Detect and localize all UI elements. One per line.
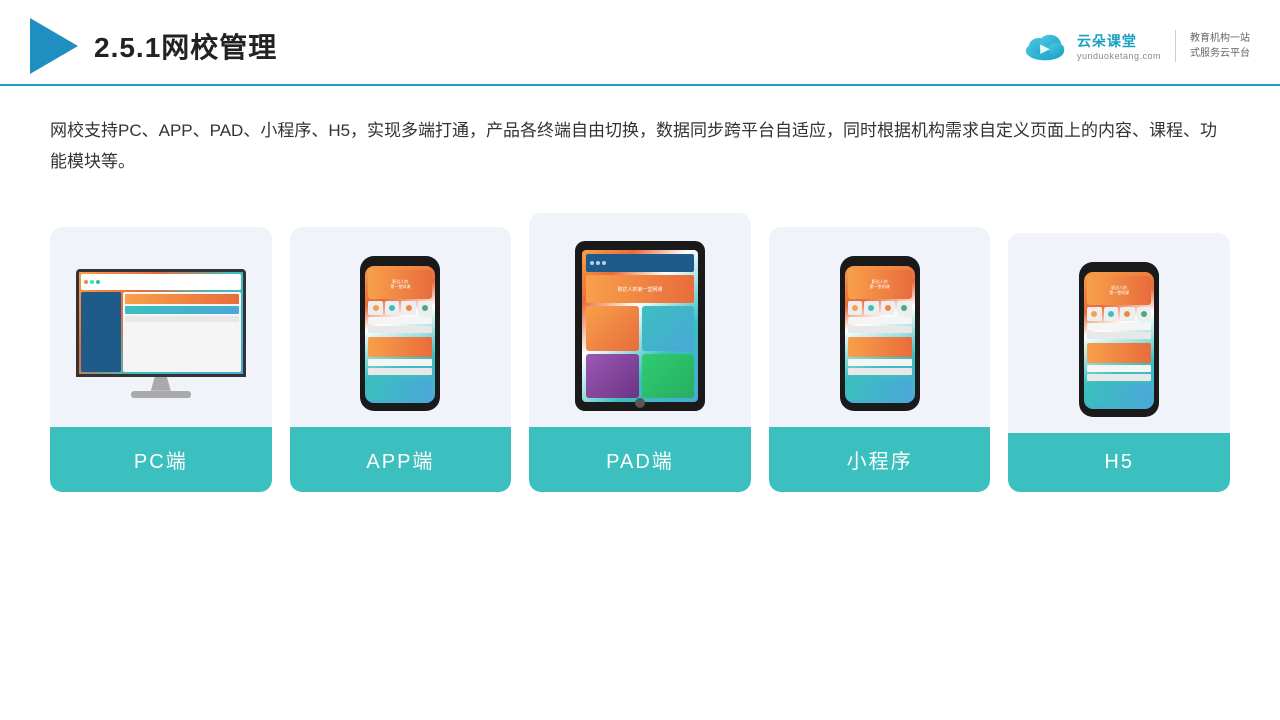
mini-banner: 职达人的第一堂网课 <box>848 270 912 300</box>
header: 2.5.1网校管理 云朵课堂 yunduoketan <box>0 0 1280 86</box>
h5-banner: 职达人的第一堂网课 <box>1087 276 1151 306</box>
card-miniprogram: 职达人的第一堂网课 <box>769 227 991 492</box>
main-content: 网校支持PC、APP、PAD、小程序、H5，实现多端打通，产品各终端自由切换，数… <box>0 86 1280 512</box>
tablet-content-area <box>586 306 694 398</box>
logo-url: yunduoketang.com <box>1077 51 1161 61</box>
card-app: 职达人的第一堂网课 <box>290 227 512 492</box>
tablet-mockup: 职达人的第一堂网课 <box>575 241 705 411</box>
phone-icon-grid <box>368 301 432 315</box>
phone-screen-miniprogram: 职达人的第一堂网课 <box>845 266 915 403</box>
phone-mockup-h5: 职达人的第一堂网课 <box>1079 262 1159 417</box>
phone-screen-h5: 职达人的第一堂网课 <box>1084 272 1154 409</box>
card-miniprogram-image: 职达人的第一堂网课 <box>769 227 991 427</box>
phone-mockup-app: 职达人的第一堂网课 <box>360 256 440 411</box>
phone-body-h5: 职达人的第一堂网课 <box>1079 262 1159 417</box>
cards-row: PC端 职达人的第一堂网课 <box>50 213 1230 492</box>
card-h5-image: 职达人的第一堂网课 <box>1008 233 1230 433</box>
card-pad-image: 职达人的第一堂网课 <box>529 213 751 427</box>
card-pad-label: PAD端 <box>529 427 751 492</box>
card-app-label: APP端 <box>290 427 512 492</box>
logo-cloud <box>1021 28 1069 64</box>
monitor-base <box>131 391 191 398</box>
description-text: 网校支持PC、APP、PAD、小程序、H5，实现多端打通，产品各终端自由切换，数… <box>50 116 1230 177</box>
cloud-logo-icon <box>1021 28 1069 64</box>
card-app-image: 职达人的第一堂网课 <box>290 227 512 427</box>
play-icon <box>30 18 78 74</box>
tablet-screen: 职达人的第一堂网课 <box>582 250 698 402</box>
monitor-screen <box>76 269 246 377</box>
card-h5-label: H5 <box>1008 433 1230 492</box>
card-pc-image <box>50 227 272 427</box>
card-pad: 职达人的第一堂网课 PAD端 <box>529 213 751 492</box>
card-pc-label: PC端 <box>50 427 272 492</box>
phone-banner: 职达人的第一堂网课 <box>368 270 432 300</box>
card-miniprogram-label: 小程序 <box>769 427 991 492</box>
logo-text-block: 云朵课堂 yunduoketang.com <box>1077 31 1161 61</box>
monitor-stand <box>151 377 171 391</box>
tablet-home-btn <box>635 398 645 408</box>
header-right: 云朵课堂 yunduoketang.com 教育机构一站 式服务云平台 <box>1021 28 1250 64</box>
phone-mockup-miniprogram: 职达人的第一堂网课 <box>840 256 920 411</box>
phone-notch-mini <box>868 260 892 266</box>
phone-body-app: 职达人的第一堂网课 <box>360 256 440 411</box>
phone-body-miniprogram: 职达人的第一堂网课 <box>840 256 920 411</box>
logo-slogan: 教育机构一站 式服务云平台 <box>1190 31 1250 61</box>
tablet-top-bar <box>586 254 694 272</box>
monitor-mockup <box>76 269 246 398</box>
phone-notch <box>388 260 412 266</box>
card-h5: 职达人的第一堂网课 <box>1008 233 1230 492</box>
phone-notch-h5 <box>1107 266 1131 272</box>
card-pc: PC端 <box>50 227 272 492</box>
logo-divider <box>1175 30 1176 62</box>
phone-screen-app: 职达人的第一堂网课 <box>365 266 435 403</box>
header-left: 2.5.1网校管理 <box>30 18 277 74</box>
logo-main-text: 云朵课堂 <box>1077 31 1137 51</box>
page-title: 2.5.1网校管理 <box>94 26 277 66</box>
